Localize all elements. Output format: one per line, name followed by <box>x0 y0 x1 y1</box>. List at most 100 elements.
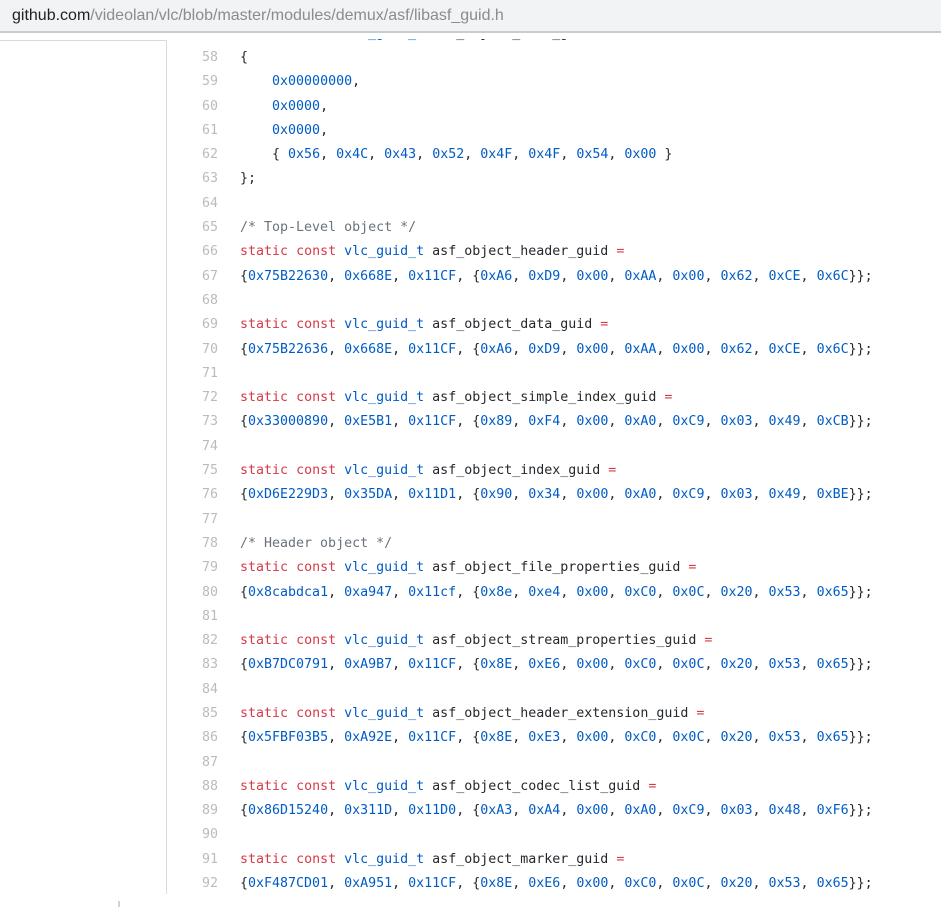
code-line-69: 69 static const vlc_guid_t asf_object_dat… <box>168 313 941 337</box>
code-text: {0xD6E229D3, 0x35DA, 0x11D1, {0x90, 0x34… <box>240 487 873 503</box>
code-line-78: 78 /* Header object */ <box>168 532 941 556</box>
code-line-79: 79 static const vlc_guid_t asf_object_fil… <box>168 556 941 580</box>
code-line-62: 62 { 0x56, 0x4C, 0x43, 0x52, 0x4F, 0x4F,… <box>168 143 941 167</box>
code-line-89: 89 {0x86D15240, 0x311D, 0x11D0, {0xA3, 0x… <box>168 799 941 823</box>
code-line-63: 63}; <box>168 167 941 191</box>
line-number-89[interactable]: 89 <box>168 799 218 823</box>
line-number-60[interactable]: 60 <box>168 95 218 119</box>
code-line-61: 61 0x0000, <box>168 119 941 143</box>
line-number-74[interactable]: 74 <box>168 435 218 459</box>
code-line-86: 86 {0x5FBF03B5, 0xA92E, 0x11CF, {0x8E, 0x… <box>168 726 941 750</box>
line-number-82[interactable]: 82 <box>168 629 218 653</box>
line-number-91[interactable]: 91 <box>168 848 218 872</box>
line-number-61[interactable]: 61 <box>168 119 218 143</box>
line-number-85[interactable]: 85 <box>168 702 218 726</box>
line-number-79[interactable]: 79 <box>168 556 218 580</box>
code-line-64: 64 <box>168 192 941 216</box>
code-line-83: 83 {0xB7DC0791, 0xA9B7, 0x11CF, {0x8E, 0x… <box>168 653 941 677</box>
code-line-58: 58 { <box>168 46 941 70</box>
code-line-72: 72 static const vlc_guid_t asf_object_sim… <box>168 386 941 410</box>
code-text: /* Header object */ <box>240 535 393 551</box>
line-number-87[interactable]: 87 <box>168 751 218 775</box>
code-text: static const vlc_guid_t asf_object_heade… <box>240 706 705 721</box>
code-line-76: 76 {0xD6E229D3, 0x35DA, 0x11D1, {0x90, 0x… <box>168 483 941 507</box>
code-text: static const vlc_guid_t asf_object_data_… <box>240 317 609 333</box>
code-text: {0x33000890, 0xE5B1, 0x11CF, {0x89, 0xF4… <box>240 414 873 430</box>
bottom-edge-artifact <box>118 901 120 907</box>
line-number-63[interactable]: 63 <box>168 167 218 191</box>
code-text: static const vlc_guid_t asf_object_simpl… <box>240 390 673 406</box>
line-number-72[interactable]: 72 <box>168 386 218 410</box>
code-line-59: 59 0x00000000, <box>168 70 941 94</box>
code-text: 0x00000000, <box>272 74 361 90</box>
address-bar[interactable]: github.com/videolan/vlc/blob/master/modu… <box>0 0 941 33</box>
code-line-68: 68 <box>168 289 941 313</box>
code-line-88: 88 static const vlc_guid_t asf_object_cod… <box>168 775 941 799</box>
code-text: {0x5FBF03B5, 0xA92E, 0x11CF, {0x8E, 0xE3… <box>240 730 873 746</box>
line-number-76[interactable]: 76 <box>168 483 218 507</box>
url-path: /videolan/vlc/blob/master/modules/demux/… <box>90 7 504 24</box>
code-text: }; <box>240 171 257 187</box>
line-number-80[interactable]: 80 <box>168 581 218 605</box>
line-number-64[interactable]: 64 <box>168 192 218 216</box>
code-line-73: 73 {0x33000890, 0xE5B1, 0x11CF, {0x89, 0x… <box>168 410 941 434</box>
code-line-85: 85 static const vlc_guid_t asf_object_hea… <box>168 702 941 726</box>
line-number-73[interactable]: 73 <box>168 410 218 434</box>
line-number-67[interactable]: 67 <box>168 265 218 289</box>
code-line-90: 90 <box>168 823 941 847</box>
code-line-80: 80 {0x8cabdca1, 0xa947, 0x11cf, {0x8e, 0x… <box>168 581 941 605</box>
code-line-91: 91 static const vlc_guid_t asf_object_mar… <box>168 848 941 872</box>
line-number-65[interactable]: 65 <box>168 216 218 240</box>
code-line-60: 60 0x0000, <box>168 95 941 119</box>
line-number-66[interactable]: 66 <box>168 240 218 264</box>
code-viewport: 57static const vlc_guid_t vlc_object_roo… <box>168 22 941 897</box>
line-number-83[interactable]: 83 <box>168 653 218 677</box>
code-text: static const vlc_guid_t asf_object_strea… <box>240 633 713 649</box>
code-line-81: 81 <box>168 605 941 629</box>
line-number-86[interactable]: 86 <box>168 726 218 750</box>
line-number-59[interactable]: 59 <box>168 70 218 94</box>
code-line-66: 66 static const vlc_guid_t asf_object_hea… <box>168 240 941 264</box>
line-number-71[interactable]: 71 <box>168 362 218 386</box>
code-line-67: 67 {0x75B22630, 0x668E, 0x11CF, {0xA6, 0x… <box>168 265 941 289</box>
code-line-77: 77 <box>168 508 941 532</box>
line-number-70[interactable]: 70 <box>168 338 218 362</box>
code-text: { 0x56, 0x4C, 0x43, 0x52, 0x4F, 0x4F, 0x… <box>240 147 673 163</box>
code-line-70: 70 {0x75B22636, 0x668E, 0x11CF, {0xA6, 0x… <box>168 338 941 362</box>
line-number-77[interactable]: 77 <box>168 508 218 532</box>
line-number-78[interactable]: 78 <box>168 532 218 556</box>
code-text: static const vlc_guid_t asf_object_index… <box>240 463 617 479</box>
line-number-84[interactable]: 84 <box>168 678 218 702</box>
code-text: {0x86D15240, 0x311D, 0x11D0, {0xA3, 0xA4… <box>240 803 873 819</box>
viewport-clip-strip <box>168 33 941 39</box>
line-number-88[interactable]: 88 <box>168 775 218 799</box>
code-text: {0xB7DC0791, 0xA9B7, 0x11CF, {0x8E, 0xE6… <box>240 657 873 673</box>
code-text: 0x0000, <box>272 98 329 114</box>
line-number-92[interactable]: 92 <box>168 872 218 896</box>
line-number-58[interactable]: 58 <box>168 46 218 70</box>
code-text: static const vlc_guid_t asf_object_codec… <box>240 778 657 794</box>
code-text: {0xF487CD01, 0xA951, 0x11CF, {0x8E, 0xE6… <box>240 876 873 892</box>
line-number-69[interactable]: 69 <box>168 313 218 337</box>
code-text: static const vlc_guid_t asf_object_file_… <box>240 560 697 576</box>
code-line-75: 75 static const vlc_guid_t asf_object_ind… <box>168 459 941 483</box>
line-number-75[interactable]: 75 <box>168 459 218 483</box>
line-number-68[interactable]: 68 <box>168 289 218 313</box>
line-number-90[interactable]: 90 <box>168 823 218 847</box>
code-line-74: 74 <box>168 435 941 459</box>
url-host: github.com <box>12 7 91 24</box>
code-text: static const vlc_guid_t asf_object_marke… <box>240 851 625 867</box>
code-text: 0x0000, <box>272 122 329 138</box>
code-line-87: 87 <box>168 751 941 775</box>
line-number-62[interactable]: 62 <box>168 143 218 167</box>
line-number-81[interactable]: 81 <box>168 605 218 629</box>
code-text: static const vlc_guid_t asf_object_heade… <box>240 244 625 260</box>
code-line-82: 82 static const vlc_guid_t asf_object_str… <box>168 629 941 653</box>
